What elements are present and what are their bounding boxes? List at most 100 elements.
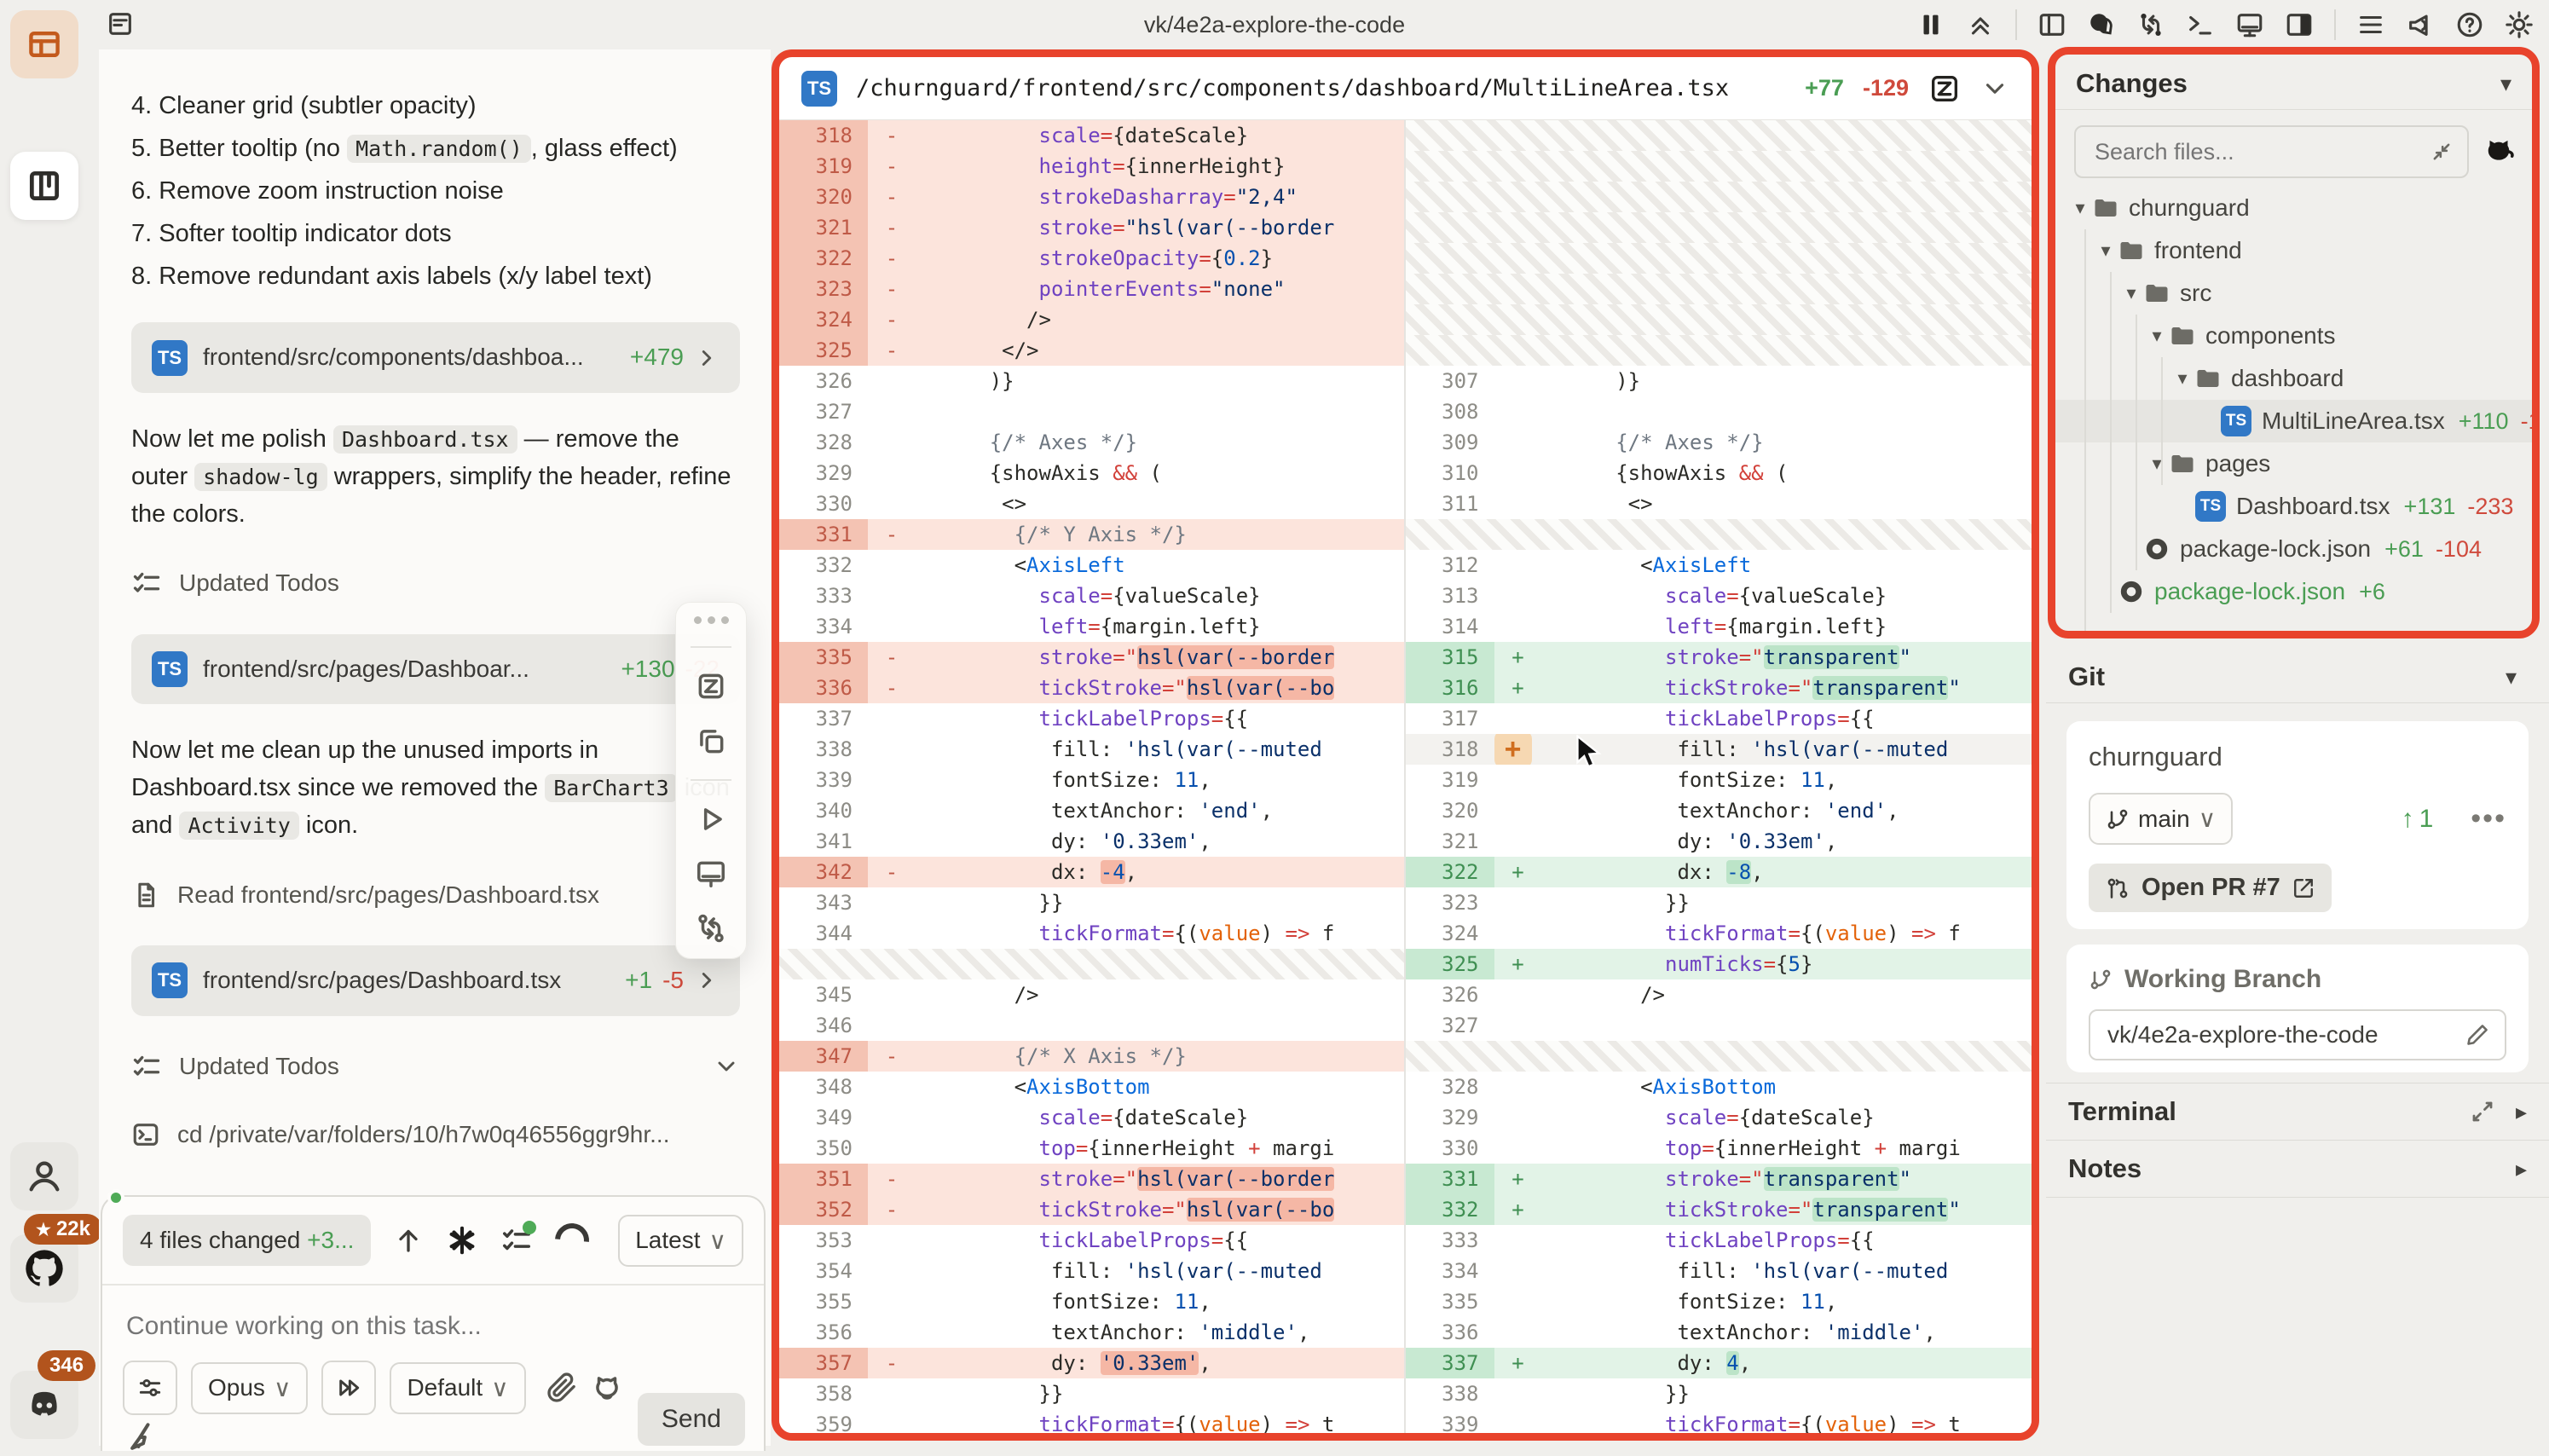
working-branch-field[interactable] [2089,1009,2506,1060]
run-button[interactable] [695,803,727,835]
rail-account-button[interactable] [10,1142,78,1210]
open-in-editor-button[interactable] [1928,72,1962,106]
diff-row: 328 {/* Axes */}309 {/* Axes */} [779,427,2032,458]
diff-panel: TS /churnguard/frontend/src/components/d… [772,49,2039,1441]
spark-button[interactable] [446,1224,478,1257]
tool-terminal-row[interactable]: cd /private/var/folders/10/h7w0q46556ggr… [131,1117,740,1153]
chat-transcript[interactable]: 4. Cleaner grid (subtler opacity)5. Bett… [99,49,771,1153]
files-changed-pill[interactable]: 4 files changed +3... [123,1215,371,1266]
fast-forward-button[interactable] [321,1361,376,1415]
diff-line: 328 <AxisBottom [1406,1072,2032,1102]
copy-button[interactable] [695,725,727,757]
open-pr-button[interactable]: Open PR #7 [2089,864,2332,912]
tree-folder-dashboard[interactable]: ▾dashboard [2055,357,2532,400]
preview-button[interactable] [695,858,727,890]
chevrons-up-icon[interactable] [1966,10,1995,39]
megaphone-icon[interactable] [2406,10,2435,39]
rail-github-button[interactable] [10,1234,78,1303]
rail-discord-button[interactable] [10,1371,78,1439]
caret-down-icon[interactable]: ▾ [2170,367,2195,390]
tool-read-row[interactable]: Read frontend/src/pages/Dashboard.tsx [131,877,740,914]
pencil-icon[interactable] [2465,1022,2489,1048]
message-text: 8. Remove redundant axis labels (x/y lab… [131,263,652,290]
diff-line: 351- stroke="hsl(var(--border [779,1164,1406,1194]
file-search-box[interactable] [2074,125,2469,178]
add-comment-button[interactable]: + [1494,734,1532,765]
tree-folder-components[interactable]: ▾components [2055,315,2532,357]
tree-file-Dashboard.tsx[interactable]: TSDashboard.tsx+131-233 [2055,485,2532,528]
pause-icon[interactable] [1916,10,1945,39]
diff-gap [1406,151,2032,182]
collapse-changes-icon[interactable]: ▾ [2500,71,2511,97]
push-ahead-count[interactable]: ↑1 [2402,805,2434,834]
clear-button[interactable] [124,1418,162,1456]
drag-handle-icon[interactable] [694,616,729,624]
diff-line: 359 tickFormat={(value) => t [779,1409,1406,1440]
tree-folder-pages[interactable]: ▾pages [2055,442,2532,485]
open-in-editor-button[interactable] [695,670,727,702]
caret-down-icon[interactable]: ▾ [2118,282,2144,304]
collapse-git-icon[interactable]: ▾ [2506,664,2517,690]
message-input[interactable] [124,1311,742,1342]
diff-body[interactable]: 318- scale={dateScale}319- height={inner… [779,120,2032,1433]
cat-assistant-button[interactable] [591,1372,623,1404]
scroll-to-top-button[interactable] [393,1225,424,1256]
send-button[interactable]: Send [638,1393,745,1446]
caret-down-icon[interactable]: ▾ [2093,240,2118,262]
expand-icon[interactable] [2470,1099,2495,1124]
notes-section[interactable]: Notes ▸ [2046,1141,2549,1197]
collapse-all-icon[interactable] [2430,139,2454,165]
help-icon[interactable] [2455,10,2484,39]
model-dropdown[interactable]: Opus∨ [191,1362,308,1414]
panel-right-icon[interactable] [2285,10,2314,39]
diff-row: 347- {/* X Axis */} [779,1041,2032,1072]
menu-icon[interactable] [2356,10,2385,39]
rail-dashboard-tab[interactable] [10,10,78,78]
chat-bubble-icon[interactable] [2087,10,2116,39]
tree-folder-churnguard[interactable]: ▾churnguard [2055,187,2532,229]
tree-folder-frontend[interactable]: ▾frontend [2055,229,2532,272]
collapse-diff-button[interactable] [1980,74,2009,103]
monitor-icon[interactable] [2235,10,2264,39]
diff-line: 338 }} [1406,1378,2032,1409]
caret-down-icon[interactable]: ▾ [2067,197,2093,219]
panel-left-icon[interactable] [2037,10,2066,39]
chevron-down-icon[interactable] [713,1053,740,1080]
paperclip-icon [546,1372,577,1403]
git-compare-icon [695,912,727,945]
file-chip[interactable]: TSfrontend/src/pages/Dashboard.tsx+1-5 [131,945,740,1016]
tree-file-package-lock.json[interactable]: package-lock.json+6 [2055,570,2532,613]
diff-line: 333 scale={valueScale} [779,581,1406,611]
file-chip[interactable]: TSfrontend/src/pages/Dashboar...+130-22 [131,634,740,705]
rail-kanban-tab[interactable] [10,152,78,220]
working-branch-input[interactable] [2106,1020,2465,1049]
diff-row: 325+ numTicks={5} [779,949,2032,979]
expand-terminal-icon[interactable]: ▸ [2516,1099,2527,1125]
settings-gear-icon[interactable] [2505,10,2534,39]
changes-file-tree[interactable]: ▾churnguard▾frontend▾src▾components▾dash… [2055,187,2532,613]
settings-sliders-button[interactable] [123,1361,177,1415]
expand-notes-icon[interactable]: ▸ [2516,1156,2527,1182]
cat-icon[interactable] [2481,134,2517,170]
diff-button[interactable] [695,912,727,945]
todos-button[interactable] [500,1224,533,1257]
file-search-input[interactable] [2093,138,2430,166]
branch-dropdown[interactable]: main∨ [2089,793,2233,845]
git-compare-icon[interactable] [2136,10,2165,39]
todo-update-row[interactable]: Updated Todos [131,1049,740,1085]
line-number: 351 [779,1164,868,1194]
attach-button[interactable] [546,1372,577,1403]
tree-file-MultiLineArea.tsx[interactable]: TSMultiLineArea.tsx+110-162 [2055,400,2532,442]
git-more-menu[interactable]: ••• [2471,802,2506,835]
caret-down-icon[interactable]: ▾ [2144,325,2170,347]
caret-down-icon[interactable]: ▾ [2144,453,2170,475]
diff-gap [1406,519,2032,550]
latest-dropdown[interactable]: Latest∨ [618,1215,743,1267]
terminal-icon[interactable] [2186,10,2215,39]
file-chip[interactable]: TSfrontend/src/components/dashboa...+479 [131,322,740,393]
tree-folder-src[interactable]: ▾src [2055,272,2532,315]
terminal-section[interactable]: Terminal ▸ [2046,1083,2549,1140]
mode-dropdown[interactable]: Default∨ [390,1362,525,1414]
tree-file-package-lock.json[interactable]: package-lock.json+61-104 [2055,528,2532,570]
todo-update-row[interactable]: Updated Todos [131,565,740,602]
